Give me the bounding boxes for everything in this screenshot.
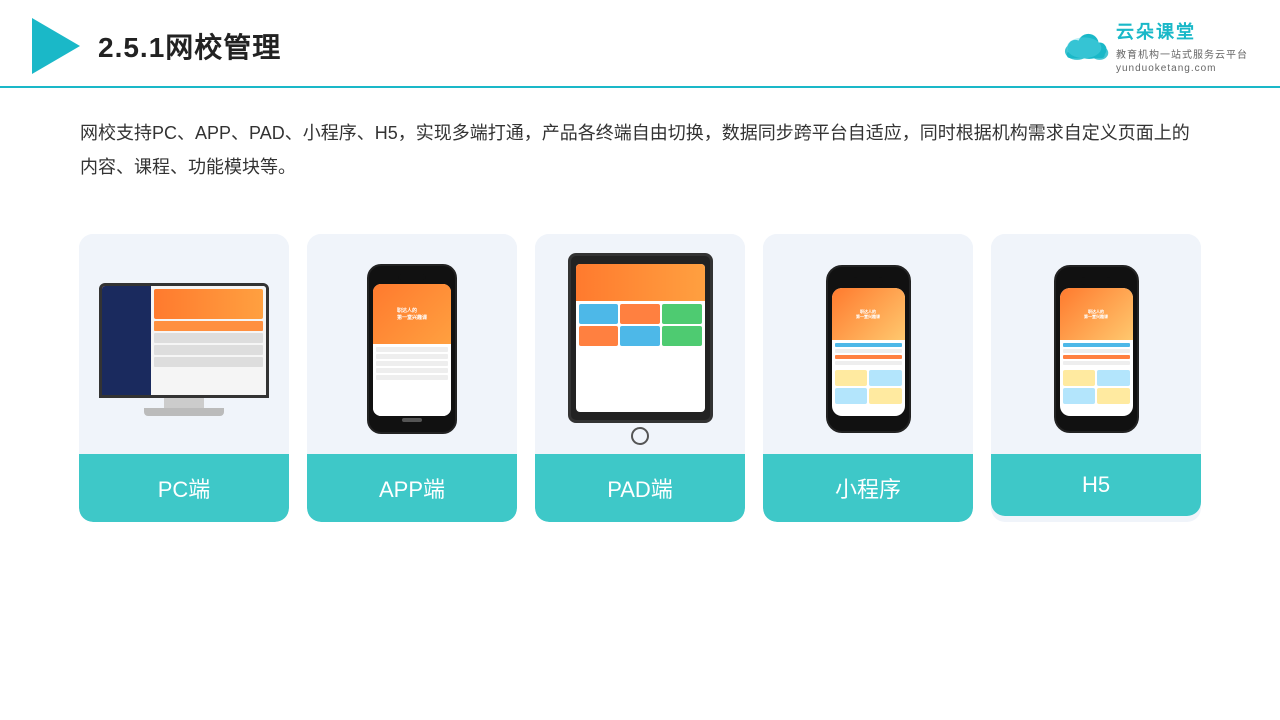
pad-cell-1 <box>579 304 619 324</box>
h5-card-4 <box>1097 388 1130 404</box>
pad-cell-3 <box>662 304 702 324</box>
app-phone-home <box>402 418 422 422</box>
app-phone-mockup: 职达人的第一堂兴趣课 <box>367 264 457 434</box>
h5-phone-cards <box>1060 368 1133 406</box>
pc-base <box>144 408 224 416</box>
h5-card-1 <box>1063 370 1096 386</box>
app-phone-row-1 <box>376 347 448 352</box>
app-phone-row-3 <box>376 361 448 366</box>
mini-phone-content: 职达人的第一堂兴趣课 <box>832 288 905 416</box>
mini-phone-screen: 职达人的第一堂兴趣课 <box>832 288 905 416</box>
pc-row-4 <box>154 357 263 367</box>
h5-phone-banner: 职达人的第一堂兴趣课 <box>1060 288 1133 339</box>
description-paragraph: 网校支持PC、APP、PAD、小程序、H5，实现多端打通，产品各终端自由切换，数… <box>80 116 1200 184</box>
app-phone-screen-content: 职达人的第一堂兴趣课 <box>373 284 451 416</box>
app-phone-notch <box>398 274 426 280</box>
card-app: 职达人的第一堂兴趣课 APP端 <box>307 234 517 522</box>
header-left: 2.5.1网校管理 <box>32 18 281 74</box>
h5-phone-body: 职达人的第一堂兴趣课 <box>1054 265 1139 433</box>
brand-icon-area: 云朵课堂 教育机构一站式服务云平台 yunduoketang.com <box>1058 18 1248 74</box>
mini-card-1 <box>835 370 868 386</box>
pc-mockup <box>99 283 269 416</box>
h5-phone-row-2 <box>1063 349 1130 353</box>
mini-card-4 <box>869 388 902 404</box>
pad-cell-4 <box>579 326 619 346</box>
brand-name: 云朵课堂 <box>1116 18 1248 44</box>
h5-phone-notch <box>1081 277 1111 285</box>
card-pc: PC端 <box>79 234 289 522</box>
pc-row-2 <box>154 333 263 343</box>
app-phone-body-content <box>373 344 451 383</box>
pc-stand <box>164 398 204 408</box>
app-phone-body: 职达人的第一堂兴趣课 <box>367 264 457 434</box>
h5-phone-screen: 职达人的第一堂兴趣课 <box>1060 288 1133 416</box>
mini-phone-body: 职达人的第一堂兴趣课 <box>826 265 911 433</box>
pad-tablet-screen <box>576 264 705 412</box>
h5-phone-rows <box>1060 340 1133 368</box>
pc-content <box>151 286 266 395</box>
pad-cell-5 <box>620 326 660 346</box>
app-phone-row-5 <box>376 375 448 380</box>
pad-tablet-banner <box>576 264 705 301</box>
pc-row-1 <box>154 321 263 331</box>
h5-phone-mockup: 职达人的第一堂兴趣课 <box>1054 265 1139 433</box>
app-phone-row-2 <box>376 354 448 359</box>
mini-phone-row-4 <box>835 361 902 365</box>
pad-tablet-mockup <box>568 253 713 445</box>
mini-phone-row-3 <box>835 355 902 359</box>
card-pad: PAD端 <box>535 234 745 522</box>
description-text: 网校支持PC、APP、PAD、小程序、H5，实现多端打通，产品各终端自由切换，数… <box>0 88 1280 194</box>
brand-text-group: 云朵课堂 教育机构一站式服务云平台 yunduoketang.com <box>1116 18 1248 74</box>
card-pad-image <box>535 234 745 454</box>
pad-tablet-grid <box>576 301 705 349</box>
h5-phone-row-3 <box>1063 355 1130 359</box>
h5-phone-row-1 <box>1063 343 1130 347</box>
pad-cell-2 <box>620 304 660 324</box>
pc-screen-inner <box>102 286 266 395</box>
pc-sidebar <box>102 286 151 395</box>
app-phone-banner: 职达人的第一堂兴趣课 <box>373 284 451 343</box>
mini-phone-banner: 职达人的第一堂兴趣课 <box>832 288 905 339</box>
pad-tablet-home <box>631 427 649 445</box>
mini-phone-rows <box>832 340 905 368</box>
mini-card-3 <box>835 388 868 404</box>
mini-phone-row-1 <box>835 343 902 347</box>
card-pc-label: PC端 <box>79 454 289 522</box>
pad-tablet-body <box>568 253 713 423</box>
h5-card-3 <box>1063 388 1096 404</box>
card-miniprogram-label: 小程序 <box>763 454 973 522</box>
mini-card-2 <box>869 370 902 386</box>
card-pad-label: PAD端 <box>535 454 745 522</box>
card-pc-image <box>79 234 289 454</box>
h5-card-2 <box>1097 370 1130 386</box>
card-h5-label: H5 <box>991 454 1201 516</box>
pc-row-3 <box>154 345 263 355</box>
h5-phone-row-4 <box>1063 361 1130 365</box>
card-miniprogram-image: 职达人的第一堂兴趣课 <box>763 234 973 454</box>
mini-phone-mockup: 职达人的第一堂兴趣课 <box>826 265 911 433</box>
mini-phone-row-2 <box>835 349 902 353</box>
card-app-label: APP端 <box>307 454 517 522</box>
logo-triangle-icon <box>32 18 80 74</box>
app-phone-screen: 职达人的第一堂兴趣课 <box>373 284 451 416</box>
card-h5-image: 职达人的第一堂兴趣课 <box>991 234 1201 454</box>
cloud-icon <box>1058 28 1110 64</box>
card-miniprogram: 职达人的第一堂兴趣课 <box>763 234 973 522</box>
card-app-image: 职达人的第一堂兴趣课 <box>307 234 517 454</box>
mini-phone-notch <box>853 277 883 285</box>
h5-phone-content: 职达人的第一堂兴趣课 <box>1060 288 1133 416</box>
app-phone-row-4 <box>376 368 448 373</box>
page-title: 2.5.1网校管理 <box>98 26 281 66</box>
brand-logo: 云朵课堂 教育机构一站式服务云平台 yunduoketang.com <box>1058 18 1248 74</box>
brand-slogan: 教育机构一站式服务云平台 <box>1116 46 1248 61</box>
mini-phone-cards <box>832 368 905 406</box>
pc-screen <box>99 283 269 398</box>
brand-url: yunduoketang.com <box>1116 63 1248 74</box>
cards-container: PC端 职达人的第一堂兴趣课 <box>0 204 1280 522</box>
pad-cell-6 <box>662 326 702 346</box>
pc-banner <box>154 289 263 319</box>
card-h5: 职达人的第一堂兴趣课 <box>991 234 1201 522</box>
header: 2.5.1网校管理 云朵课堂 教育机构一站式服务云平台 yunduoketang… <box>0 0 1280 88</box>
